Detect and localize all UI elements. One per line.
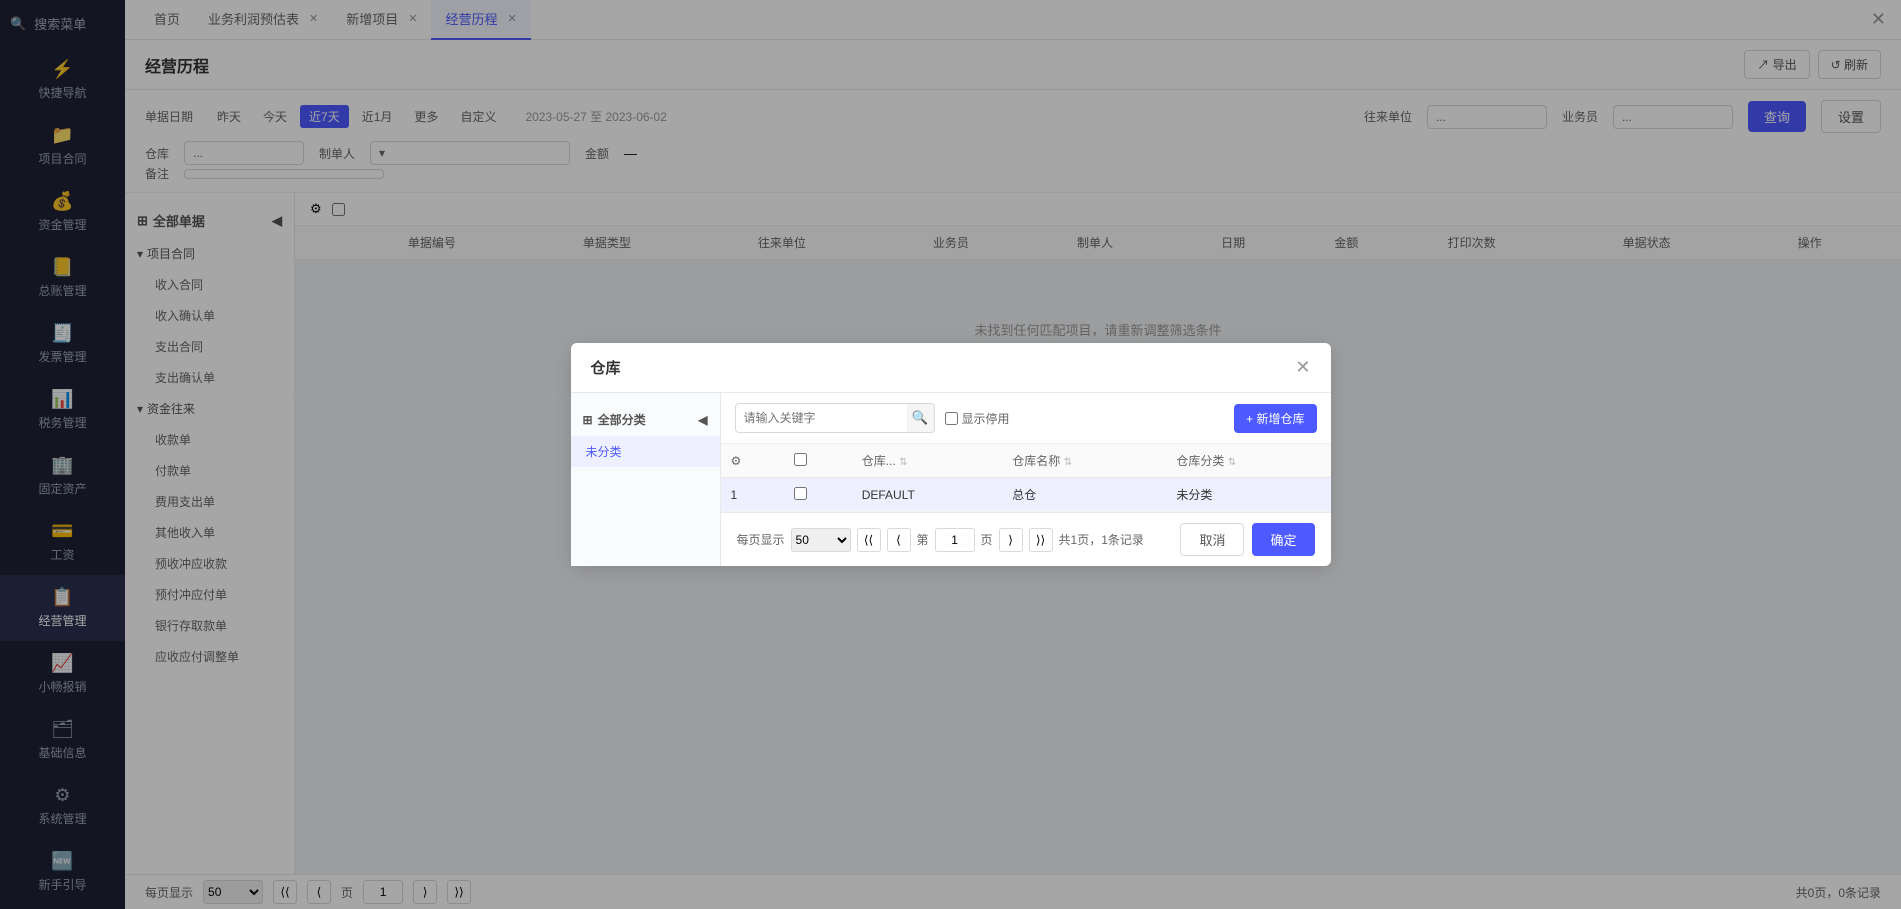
modal-right: 🔍 显示停用 + 新增仓库 ⚙ (721, 393, 1331, 566)
total-records: 共1页，1条记录 (1059, 531, 1144, 548)
modal-header: 仓库 ✕ (571, 343, 1331, 393)
modal-table: ⚙ 仓库... ⇅ 仓库名称 ⇅ (721, 444, 1331, 512)
page-label: 第 (917, 531, 929, 548)
modal-footer: 每页显示 50 ⟨⟨ ⟨ 第 页 ⟩ ⟩⟩ 共1页，1条记录 (721, 512, 1331, 566)
row-code: DEFAULT (852, 478, 1002, 512)
prev-page-btn[interactable]: ⟨ (887, 528, 911, 552)
cancel-button[interactable]: 取消 (1180, 523, 1244, 556)
modal-search-box: 🔍 (735, 403, 935, 433)
modal-title: 仓库 (591, 357, 621, 378)
row-name: 总仓 (1002, 478, 1166, 512)
modal-overlay[interactable]: 仓库 ✕ ⊞ 全部分类 ◀ 未分类 🔍 (0, 0, 1901, 909)
grid-icon-modal: ⊞ (583, 413, 593, 427)
modal-table-row[interactable]: 1 DEFAULT 总仓 未分类 (721, 478, 1331, 512)
sort-icon-category: ⇅ (1228, 457, 1236, 468)
sort-icon-name: ⇅ (1064, 457, 1072, 468)
col-code: 仓库... ⇅ (852, 444, 1002, 478)
modal-pagination: 每页显示 50 ⟨⟨ ⟨ 第 页 ⟩ ⟩⟩ 共1页，1条记录 (737, 528, 1144, 552)
col-checkbox (784, 444, 852, 478)
modal-search-button[interactable]: 🔍 (907, 403, 934, 433)
warehouse-modal: 仓库 ✕ ⊞ 全部分类 ◀ 未分类 🔍 (571, 343, 1331, 566)
modal-left-nav: ⊞ 全部分类 ◀ 未分类 (571, 393, 721, 566)
show-disabled-label[interactable]: 显示停用 (945, 410, 1010, 427)
col-settings: ⚙ (721, 444, 784, 478)
modal-table-container: ⚙ 仓库... ⇅ 仓库名称 ⇅ (721, 444, 1331, 512)
page-end-label: 页 (981, 531, 993, 548)
collapse-modal-icon: ◀ (698, 413, 707, 427)
per-page-label: 每页显示 (737, 531, 785, 548)
confirm-button[interactable]: 确定 (1252, 523, 1314, 556)
next-page-btn[interactable]: ⟩ (999, 528, 1023, 552)
show-disabled-checkbox[interactable] (945, 412, 958, 425)
modal-close-btn[interactable]: ✕ (1295, 357, 1310, 378)
modal-action-buttons: 取消 确定 (1180, 523, 1314, 556)
modal-body: ⊞ 全部分类 ◀ 未分类 🔍 显示停用 (571, 393, 1331, 566)
row-category: 未分类 (1166, 478, 1330, 512)
per-page-select[interactable]: 50 (791, 528, 851, 552)
gear-icon[interactable]: ⚙ (731, 454, 742, 468)
row-checkbox[interactable] (784, 478, 852, 512)
col-category: 仓库分类 ⇅ (1166, 444, 1330, 478)
row-num: 1 (721, 478, 784, 512)
sort-icon-code: ⇅ (899, 457, 907, 468)
modal-toolbar: 🔍 显示停用 + 新增仓库 (721, 393, 1331, 444)
first-page-btn[interactable]: ⟨⟨ (857, 528, 881, 552)
add-warehouse-btn[interactable]: + 新增仓库 (1234, 404, 1316, 433)
col-name: 仓库名称 ⇅ (1002, 444, 1166, 478)
modal-unclassified-item[interactable]: 未分类 (571, 436, 720, 467)
page-number-input[interactable] (935, 528, 975, 552)
last-page-btn[interactable]: ⟩⟩ (1029, 528, 1053, 552)
select-all-modal[interactable] (794, 453, 807, 466)
modal-all-category[interactable]: ⊞ 全部分类 ◀ (571, 403, 720, 436)
modal-search-input[interactable] (736, 411, 907, 425)
modal-table-header: ⚙ 仓库... ⇅ 仓库名称 ⇅ (721, 444, 1331, 478)
